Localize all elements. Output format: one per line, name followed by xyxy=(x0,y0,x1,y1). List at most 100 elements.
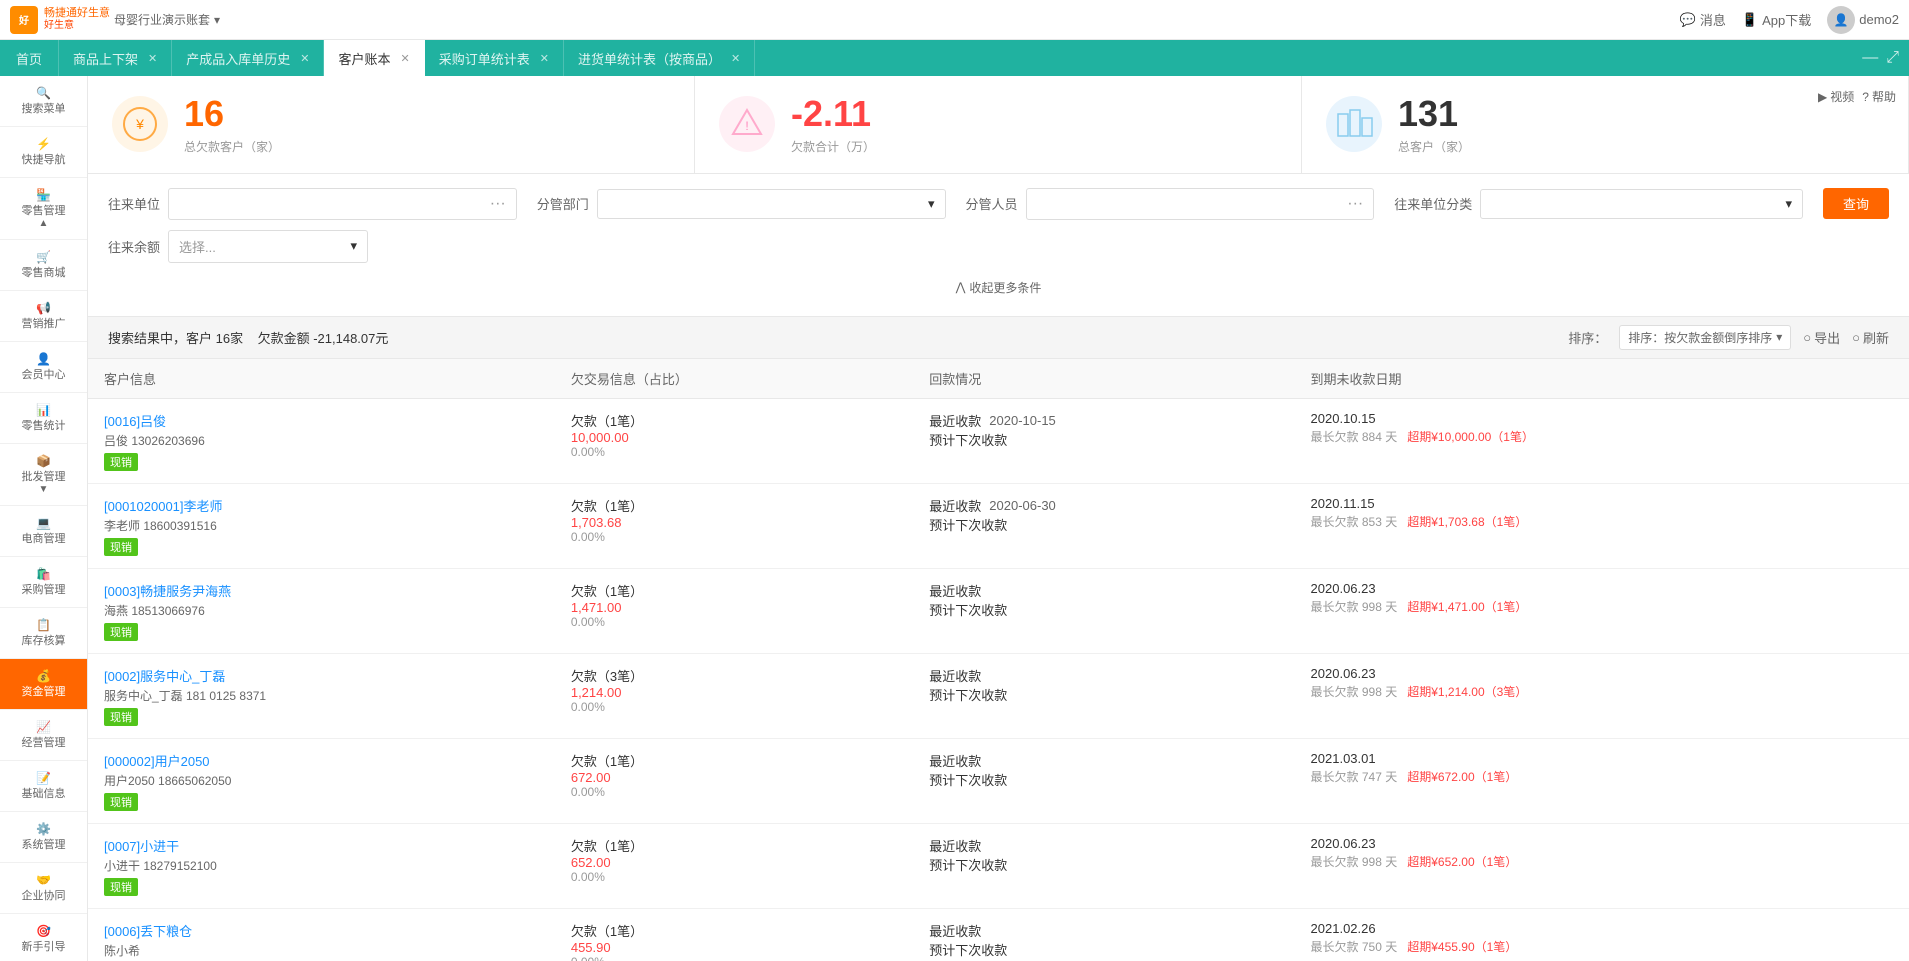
overdue-link[interactable]: 超期¥672.00（1笔） xyxy=(1407,770,1517,784)
sidebar-item-system[interactable]: ⚙️ 系统管理 xyxy=(0,812,87,863)
overdue-days: 最长欠款 747 天 xyxy=(1311,770,1398,784)
due-date-cell: 2020.11.15 最长欠款 853 天 超期¥1,703.68（1笔） xyxy=(1295,483,1909,568)
debt-amount[interactable]: 1,703.68 xyxy=(571,515,897,530)
overdue-link[interactable]: 超期¥652.00（1笔） xyxy=(1407,855,1517,869)
user-avatar[interactable]: 👤 demo2 xyxy=(1827,6,1899,34)
unit-type-select[interactable]: ▾ xyxy=(1480,189,1803,219)
overdue-link[interactable]: 超期¥455.90（1笔） xyxy=(1407,940,1517,954)
tab-close-3[interactable]: ✕ xyxy=(401,52,410,65)
overdue-link[interactable]: 超期¥10,000.00（1笔） xyxy=(1407,430,1534,444)
sidebar-item-shortcuts[interactable]: ⚡ 快捷导航 xyxy=(0,127,87,178)
app-download-btn[interactable]: 📱 App下载 xyxy=(1742,10,1811,29)
payment-status-cell: 最近收款 预计下次收款 xyxy=(913,823,1294,908)
sidebar-item-retail-stats[interactable]: 📊 零售统计 xyxy=(0,393,87,444)
sort-select[interactable]: 排序：按欠款金额倒序排序 ▾ xyxy=(1619,325,1791,350)
wholesale-icon: 📦 xyxy=(36,454,51,468)
manager-dots-icon[interactable]: ··· xyxy=(1347,195,1363,213)
stat-card-actions: ▶ 视频 ? 帮助 xyxy=(1818,88,1896,105)
due-date: 2020.06.23 xyxy=(1311,581,1893,596)
download-icon: 📱 xyxy=(1742,12,1758,28)
sidebar-item-ecom[interactable]: 💻 电商管理 xyxy=(0,506,87,557)
tab-home[interactable]: 首页 xyxy=(0,40,59,76)
tab-close-2[interactable]: ✕ xyxy=(300,52,309,65)
tab-expand-icon[interactable]: ⤢ xyxy=(1886,49,1899,67)
debt-amount[interactable]: 652.00 xyxy=(571,855,897,870)
collapse-up-icon: ⋀ xyxy=(956,280,966,294)
customer-phone: 陈小希 xyxy=(104,942,539,959)
next-payment-label: 预计下次收款 xyxy=(929,515,1007,534)
customer-name-link[interactable]: [0006]丢下粮仓 xyxy=(104,924,192,939)
customer-name-link[interactable]: [000002]用户2050 xyxy=(104,754,210,769)
debt-percent: 0.00% xyxy=(571,615,897,629)
top-bar-right: 💬 消息 📱 App下载 👤 demo2 xyxy=(1680,6,1899,34)
export-btn[interactable]: ○ 导出 xyxy=(1803,328,1840,347)
overdue-days: 最长欠款 853 天 xyxy=(1311,515,1398,529)
customer-name-link[interactable]: [0007]小进干 xyxy=(104,839,179,854)
debt-count: 欠款（1笔） xyxy=(571,581,897,600)
manager-label: 分管人员 xyxy=(966,194,1018,213)
debt-amount[interactable]: 1,471.00 xyxy=(571,600,897,615)
sidebar-item-purchase[interactable]: 🛍️ 采购管理 xyxy=(0,557,87,608)
sidebar-item-search[interactable]: 🔍 搜索菜单 xyxy=(0,76,87,127)
tab-close-5[interactable]: ✕ xyxy=(731,52,740,65)
table-row: [0003]畅捷服务尹海燕 海燕 18513066976 现销 欠款（1笔） 1… xyxy=(88,568,1909,653)
debt-amount-icon: ! xyxy=(719,96,775,152)
sidebar-item-collab[interactable]: 🤝 企业协同 xyxy=(0,863,87,914)
customer-name-link[interactable]: [0003]畅捷服务尹海燕 xyxy=(104,584,231,599)
table-row: [0001020001]李老师 李老师 18600391516 现销 欠款（1笔… xyxy=(88,483,1909,568)
refresh-btn[interactable]: ○ 刷新 xyxy=(1852,328,1889,347)
sidebar-item-base[interactable]: 📝 基础信息 xyxy=(0,761,87,812)
customer-name-link[interactable]: [0002]服务中心_丁磊 xyxy=(104,669,225,684)
customer-name-link[interactable]: [0001020001]李老师 xyxy=(104,499,223,514)
sidebar-item-finance[interactable]: 💰 资金管理 xyxy=(0,659,87,710)
marketing-icon: 📢 xyxy=(6,301,81,315)
message-btn[interactable]: 💬 消息 xyxy=(1680,10,1726,29)
manager-input[interactable]: ··· xyxy=(1026,188,1375,220)
filter-collapse-btn[interactable]: ⋀ 收起更多条件 xyxy=(108,273,1889,302)
payment-status-cell: 最近收款 2020-06-30 预计下次收款 xyxy=(913,483,1294,568)
balance-placeholder: 选择... xyxy=(179,237,216,256)
view-video-btn[interactable]: ▶ 视频 xyxy=(1818,88,1854,105)
sidebar-item-member[interactable]: 👤 会员中心 xyxy=(0,342,87,393)
dept-select[interactable]: ▾ xyxy=(597,189,946,219)
overdue-link[interactable]: 超期¥1,214.00（3笔） xyxy=(1407,685,1527,699)
sidebar-item-wholesale[interactable]: 📦 批发管理 ▼ xyxy=(0,444,87,506)
total-customers-value: 131 xyxy=(1398,94,1470,134)
overdue-link[interactable]: 超期¥1,471.00（1笔） xyxy=(1407,600,1527,614)
debt-amount[interactable]: 1,214.00 xyxy=(571,685,897,700)
sidebar-item-retail-mgmt[interactable]: 🏪 零售管理 ▲ xyxy=(0,178,87,240)
due-date: 2020.06.23 xyxy=(1311,666,1893,681)
sidebar-item-guide[interactable]: 🎯 新手引导 xyxy=(0,914,87,961)
from-unit-input[interactable]: ··· xyxy=(168,188,517,220)
tab-close-4[interactable]: ✕ xyxy=(540,52,549,65)
debt-amount[interactable]: 10,000.00 xyxy=(571,430,897,445)
from-unit-label: 往来单位 xyxy=(108,194,160,213)
balance-select[interactable]: 选择... ▾ xyxy=(168,230,368,263)
overdue-link[interactable]: 超期¥1,703.68（1笔） xyxy=(1407,515,1527,529)
content-area: ¥ 16 总欠款客户（家） ! xyxy=(88,76,1909,961)
system-selector[interactable]: 母婴行业演示账套 ▾ xyxy=(114,11,220,28)
tab-item-3[interactable]: 客户账本 ✕ xyxy=(324,40,424,76)
sidebar-item-inventory[interactable]: 📋 库存核算 xyxy=(0,608,87,659)
customer-phone: 李老师 18600391516 xyxy=(104,517,539,534)
dropdown-icon[interactable]: ▾ xyxy=(214,13,220,27)
tab-close-1[interactable]: ✕ xyxy=(148,52,157,65)
debt-amount[interactable]: 672.00 xyxy=(571,770,897,785)
debt-info-cell: 欠款（1笔） 455.90 0.00% xyxy=(555,908,913,961)
customer-name-link[interactable]: [0016]吕俊 xyxy=(104,414,166,429)
tab-item-1[interactable]: 商品上下架 ✕ xyxy=(59,40,172,76)
payment-status-cell: 最近收款 预计下次收款 xyxy=(913,653,1294,738)
search-button[interactable]: 查询 xyxy=(1823,188,1889,219)
tab-item-2[interactable]: 产成品入库单历史 ✕ xyxy=(172,40,324,76)
help-icon: ? xyxy=(1862,90,1869,104)
tab-item-4[interactable]: 采购订单统计表 ✕ xyxy=(425,40,564,76)
sidebar-item-marketing[interactable]: 📢 营销推广 xyxy=(0,291,87,342)
sidebar-item-ops[interactable]: 📈 经营管理 xyxy=(0,710,87,761)
tab-item-5[interactable]: 进货单统计表（按商品） ✕ xyxy=(564,40,755,76)
tab-minimize-icon[interactable]: — xyxy=(1862,49,1878,67)
sidebar-item-retail-mall[interactable]: 🛒 零售商城 xyxy=(0,240,87,291)
from-unit-dots-icon[interactable]: ··· xyxy=(490,195,506,213)
debt-amount[interactable]: 455.90 xyxy=(571,940,897,955)
help-btn[interactable]: ? 帮助 xyxy=(1862,88,1896,105)
overdue-days: 最长欠款 998 天 xyxy=(1311,685,1398,699)
